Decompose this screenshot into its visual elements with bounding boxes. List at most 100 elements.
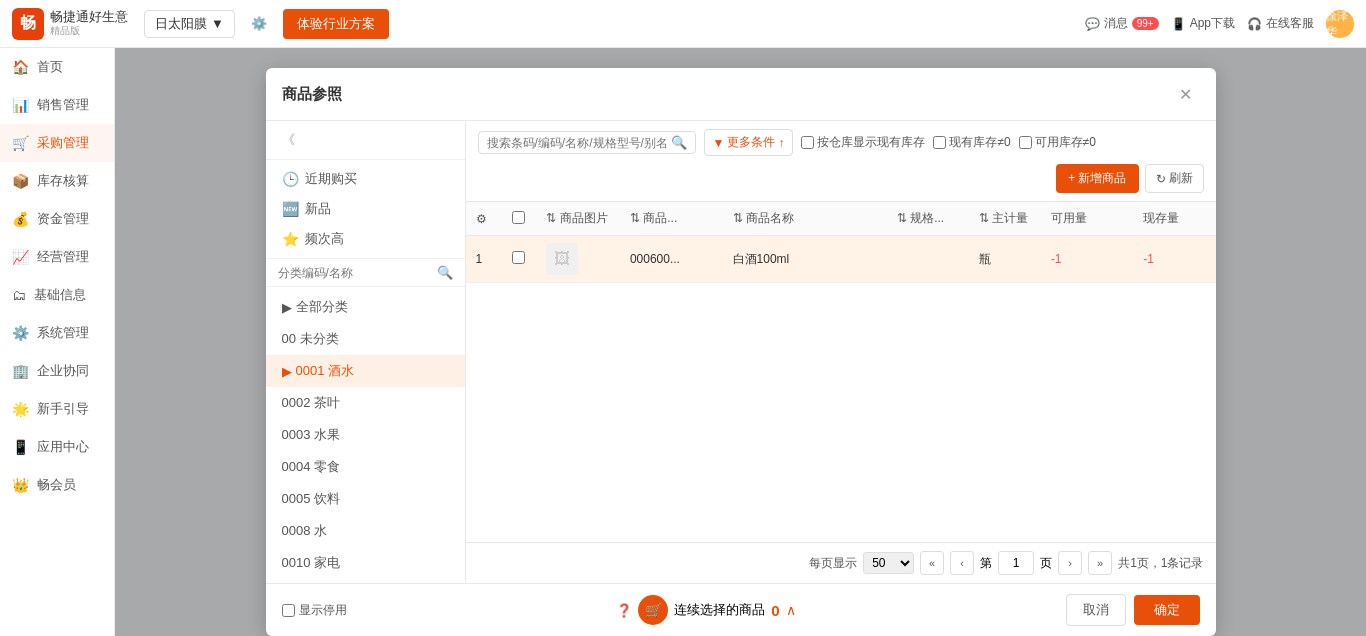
spec-col-label: 规格...: [910, 211, 944, 225]
show-disabled-filter[interactable]: 显示停用: [282, 602, 347, 619]
sidebar-item-guide[interactable]: 🌟 新手引导: [0, 390, 114, 428]
message-btn[interactable]: 💬 消息 99+: [1085, 15, 1159, 32]
message-label: 消息: [1104, 15, 1128, 32]
sidebar-item-system[interactable]: ⚙️ 系统管理: [0, 314, 114, 352]
category-c00[interactable]: 00 未分类: [266, 323, 465, 355]
settings-icon[interactable]: ⚙️: [243, 8, 275, 40]
per-page-select[interactable]: 50 100 200: [863, 552, 914, 574]
modal-close-button[interactable]: ✕: [1172, 80, 1200, 108]
avatar[interactable]: 徐泽华: [1326, 10, 1354, 38]
table-row[interactable]: 1 🖼 000600... 白酒100ml: [466, 236, 1216, 283]
filter-label: 更多条件: [727, 134, 775, 151]
online-service-btn[interactable]: 🎧 在线客服: [1247, 15, 1314, 32]
prev-page-button[interactable]: ‹: [950, 551, 974, 575]
sidebar-label-member: 畅会员: [37, 476, 76, 494]
warehouse-stock-checkbox[interactable]: [801, 136, 814, 149]
more-filter-button[interactable]: ▼ 更多条件 ↑: [704, 129, 794, 156]
purchase-icon: 🛒: [12, 135, 29, 151]
warehouse-stock-filter[interactable]: 按仓库显示现有库存: [801, 134, 925, 151]
category-c0008[interactable]: 0008 水: [266, 515, 465, 547]
quick-link-new[interactable]: 🆕 新品: [274, 194, 457, 224]
next-page-button[interactable]: ›: [1058, 551, 1082, 575]
table-header-row: ⚙ ⇅ 商品图片: [466, 202, 1216, 236]
category-c0004[interactable]: 0004 零食: [266, 451, 465, 483]
category-search-icon[interactable]: 🔍: [437, 265, 453, 280]
sidebar-item-member[interactable]: 👑 畅会员: [0, 466, 114, 504]
nonzero-stock-checkbox[interactable]: [933, 136, 946, 149]
available-nonzero-label: 可用库存≠0: [1035, 134, 1096, 151]
show-disabled-checkbox[interactable]: [282, 604, 295, 617]
quick-link-new-label: 新品: [305, 200, 331, 218]
quick-links: 🕒 近期购买 🆕 新品 ⭐ 频次高: [266, 160, 465, 258]
app-download-btn[interactable]: 📱 App下载: [1171, 15, 1235, 32]
sidebar-item-operation[interactable]: 📈 经营管理: [0, 238, 114, 276]
name-sort-icon: ⇅: [733, 211, 743, 225]
basic-icon: 🗂: [12, 287, 26, 303]
store-selector[interactable]: 日太阳膜 ▼: [144, 10, 235, 38]
checkbox-col-header[interactable]: [502, 202, 536, 236]
category-search-input[interactable]: [278, 266, 437, 280]
cancel-button[interactable]: 取消: [1066, 594, 1126, 626]
row-checkbox-cell[interactable]: [502, 236, 536, 283]
selected-count: 0: [771, 602, 779, 619]
settings-col-header[interactable]: ⚙: [466, 202, 503, 236]
category-c0010[interactable]: 0010 家电: [266, 547, 465, 579]
row-checkbox[interactable]: [512, 251, 525, 264]
sidebar-item-apps[interactable]: 📱 应用中心: [0, 428, 114, 466]
collapse-footer-button[interactable]: ∧: [786, 602, 796, 618]
system-icon: ⚙️: [12, 325, 29, 341]
category-c0004-label: 0004 零食: [282, 458, 341, 476]
row-img-cell: 🖼: [536, 236, 620, 283]
store-name: 日太阳膜: [155, 15, 207, 33]
code-sort-icon: ⇅: [630, 211, 640, 225]
right-panel: 🔍 ▼ 更多条件 ↑ 按仓库显示现有库存: [466, 121, 1216, 583]
category-c0002[interactable]: 0002 茶叶: [266, 387, 465, 419]
page-number-input[interactable]: [998, 551, 1034, 575]
product-search-input[interactable]: [487, 136, 667, 150]
category-search-box: 🔍: [266, 258, 465, 287]
nonzero-stock-filter[interactable]: 现有库存≠0: [933, 134, 1010, 151]
search-icon[interactable]: 🔍: [671, 135, 687, 150]
sidebar-item-sales[interactable]: 📊 销售管理: [0, 86, 114, 124]
select-all-checkbox[interactable]: [512, 211, 525, 224]
category-c0001[interactable]: ▶ 0001 酒水: [266, 355, 465, 387]
logo-text: 畅捷通好生意: [50, 9, 128, 25]
quick-link-recent[interactable]: 🕒 近期购买: [274, 164, 457, 194]
available-nonzero-checkbox[interactable]: [1019, 136, 1032, 149]
sidebar-label-home: 首页: [37, 58, 63, 76]
first-page-button[interactable]: «: [920, 551, 944, 575]
row-spec-cell: [887, 236, 969, 283]
logo-area: 畅 畅捷通好生意 精品版: [12, 8, 128, 40]
help-icon[interactable]: ❓: [616, 603, 632, 618]
category-c0005-label: 0005 饮料: [282, 490, 341, 508]
sidebar-item-finance[interactable]: 💰 资金管理: [0, 200, 114, 238]
unit-sort-icon: ⇅: [979, 211, 989, 225]
available-nonzero-filter[interactable]: 可用库存≠0: [1019, 134, 1096, 151]
stock-col-header: 现存量: [1133, 202, 1215, 236]
sidebar-item-home[interactable]: 🏠 首页: [0, 48, 114, 86]
category-c0002-label: 0002 茶叶: [282, 394, 341, 412]
confirm-button[interactable]: 确定: [1134, 595, 1200, 625]
category-c0003[interactable]: 0003 水果: [266, 419, 465, 451]
refresh-label: 刷新: [1169, 170, 1193, 187]
headset-icon: 🎧: [1247, 17, 1262, 31]
cart-icon[interactable]: 🛒: [638, 595, 668, 625]
main-content: 商品参照 ✕ 《 🕒 近期购买: [115, 48, 1366, 636]
sidebar-item-basic[interactable]: 🗂 基础信息: [0, 276, 114, 314]
sidebar-item-purchase[interactable]: 🛒 采购管理: [0, 124, 114, 162]
unit-col-header: ⇅ 主计量: [969, 202, 1041, 236]
sidebar-item-stock[interactable]: 📦 库存核算: [0, 162, 114, 200]
category-all[interactable]: ▶ 全部分类: [266, 291, 465, 323]
try-industry-button[interactable]: 体验行业方案: [283, 9, 389, 39]
add-product-button[interactable]: + 新增商品: [1056, 164, 1138, 193]
sidebar-item-enterprise[interactable]: 🏢 企业协同: [0, 352, 114, 390]
filter-up-icon: ↑: [778, 136, 784, 150]
quick-link-frequent[interactable]: ⭐ 频次高: [274, 224, 457, 254]
img-col-header: ⇅ 商品图片: [536, 202, 620, 236]
name-col-header: ⇅ 商品名称: [723, 202, 887, 236]
category-c0005[interactable]: 0005 饮料: [266, 483, 465, 515]
refresh-button[interactable]: ↻ 刷新: [1145, 164, 1204, 193]
sidebar-label-guide: 新手引导: [37, 400, 89, 418]
collapse-left-button[interactable]: 《: [278, 129, 300, 151]
last-page-button[interactable]: »: [1088, 551, 1112, 575]
